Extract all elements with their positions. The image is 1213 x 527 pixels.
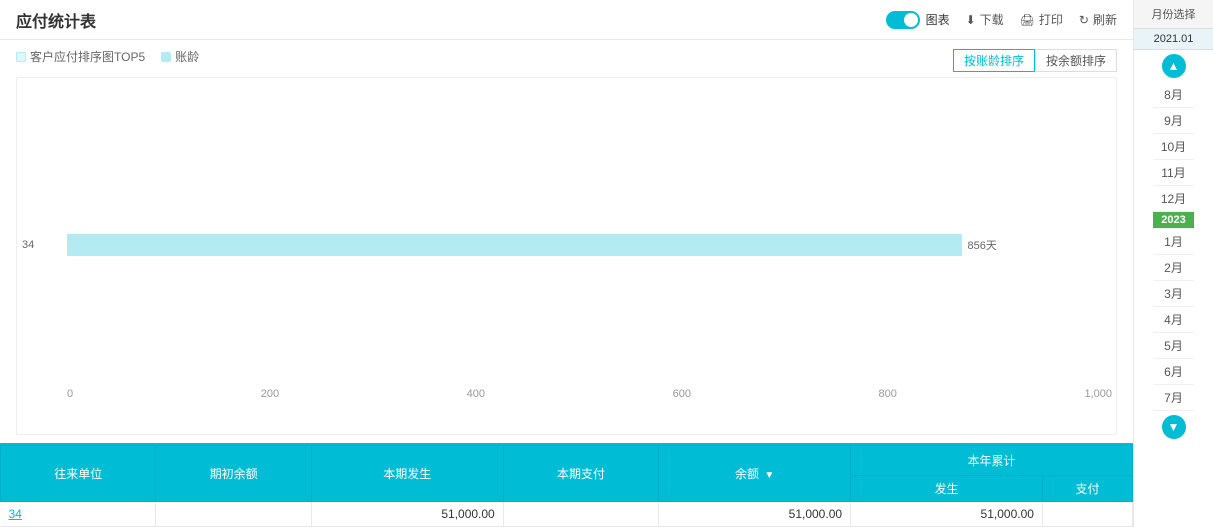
legend-item-0: 客户应付排序图TOP5 — [16, 48, 145, 65]
chart-toggle[interactable] — [886, 11, 920, 29]
cell-opening — [156, 502, 311, 527]
col-header-occurrence: 本期发生 — [311, 446, 503, 502]
legend-label-1: 账龄 — [175, 48, 199, 65]
cell-occurrence: 51,000.00 — [311, 502, 503, 527]
y-label-0: 34 — [22, 239, 38, 251]
month-2[interactable]: 2月 — [1153, 255, 1194, 281]
sort-by-age-button[interactable]: 按账龄排序 — [953, 49, 1035, 72]
table-header-row1: 往来单位 期初余额 本期发生 本期支付 余额 ▼ 本年累计 — [1, 446, 1133, 476]
chart-section: 客户应付排序图TOP5 账龄 按账龄排序 按余额排序 34 — [0, 40, 1133, 443]
chart-inner: 34 856天 0 200 400 600 800 1,000 — [67, 86, 1112, 404]
bar-fill-0 — [67, 234, 962, 256]
month-1[interactable]: 1月 — [1153, 229, 1194, 255]
chart-toggle-wrap: 图表 — [886, 11, 950, 29]
month-6[interactable]: 6月 — [1153, 359, 1194, 385]
refresh-icon: ↻ — [1079, 13, 1089, 27]
toggle-label: 图表 — [926, 11, 950, 28]
cell-balance: 51,000.00 — [659, 502, 851, 527]
col-header-balance: 余额 ▼ — [659, 446, 851, 502]
month-11[interactable]: 11月 — [1153, 160, 1194, 186]
download-icon: ⬇ — [966, 13, 976, 27]
month-10[interactable]: 10月 — [1153, 134, 1194, 160]
x-tick-1: 200 — [261, 388, 279, 404]
bar-row-0: 856天 — [67, 234, 1112, 256]
legend-dot-0 — [16, 52, 26, 62]
table-section: 往来单位 期初余额 本期发生 本期支付 余额 ▼ 本年累计 发生 支付 34 5… — [0, 443, 1133, 527]
legend-dot-1 — [161, 52, 171, 62]
col-header-ytd-occurrence: 发生 — [851, 476, 1043, 502]
col-header-opening: 期初余额 — [156, 446, 311, 502]
month-5[interactable]: 5月 — [1153, 333, 1194, 359]
chart-top-row: 客户应付排序图TOP5 账龄 按账龄排序 按余额排序 — [16, 48, 1117, 73]
sidebar-current-value: 2021.01 — [1134, 29, 1213, 50]
legend-label-0: 客户应付排序图TOP5 — [30, 48, 145, 65]
chart-sort-buttons: 按账龄排序 按余额排序 — [953, 49, 1117, 72]
x-axis: 0 200 400 600 800 1,000 — [67, 384, 1112, 404]
main-content: 应付统计表 图表 ⬇ 下载 🖨 打印 ↻ 刷新 — [0, 0, 1133, 527]
col-header-payment: 本期支付 — [503, 446, 658, 502]
data-table: 往来单位 期初余额 本期发生 本期支付 余额 ▼ 本年累计 发生 支付 34 5… — [0, 445, 1133, 527]
sort-by-balance-button[interactable]: 按余额排序 — [1035, 49, 1117, 72]
x-tick-4: 800 — [879, 388, 897, 404]
year-2023[interactable]: 2023 — [1153, 212, 1194, 229]
print-button[interactable]: 🖨 打印 — [1020, 11, 1063, 28]
cell-ytd-occurrence: 51,000.00 — [851, 502, 1043, 527]
refresh-button[interactable]: ↻ 刷新 — [1079, 11, 1117, 28]
x-tick-5: 1,000 — [1084, 388, 1112, 404]
download-button[interactable]: ⬇ 下载 — [966, 11, 1004, 28]
cell-unit[interactable]: 34 — [1, 502, 156, 527]
cell-ytd-payment — [1042, 502, 1132, 527]
legend-item-1: 账龄 — [161, 48, 199, 65]
sidebar: 月份选择 2021.01 ▲ 8月 9月 10月 11月 12月 2023 1月… — [1133, 0, 1213, 527]
bar-right-label-0: 856天 — [968, 237, 997, 253]
chart-legend: 客户应付排序图TOP5 账龄 — [16, 48, 199, 65]
sidebar-header: 月份选择 — [1134, 0, 1213, 29]
print-icon: 🖨 — [1020, 13, 1035, 27]
sidebar-up-arrow[interactable]: ▲ — [1162, 54, 1186, 78]
month-4[interactable]: 4月 — [1153, 307, 1194, 333]
month-8[interactable]: 8月 — [1153, 82, 1194, 108]
col-header-ytd-payment: 支付 — [1042, 476, 1132, 502]
month-3[interactable]: 3月 — [1153, 281, 1194, 307]
page-title: 应付统计表 — [16, 8, 96, 32]
header: 应付统计表 图表 ⬇ 下载 🖨 打印 ↻ 刷新 — [0, 0, 1133, 40]
bars-area: 856天 — [67, 86, 1112, 404]
balance-sort-icon: ▼ — [764, 470, 774, 481]
x-tick-0: 0 — [67, 388, 73, 404]
table-row: 34 51,000.00 51,000.00 51,000.00 — [1, 502, 1133, 527]
cell-payment — [503, 502, 658, 527]
x-tick-2: 400 — [467, 388, 485, 404]
month-7[interactable]: 7月 — [1153, 385, 1194, 411]
x-tick-3: 600 — [673, 388, 691, 404]
month-9[interactable]: 9月 — [1153, 108, 1194, 134]
header-actions: 图表 ⬇ 下载 🖨 打印 ↻ 刷新 — [886, 11, 1117, 29]
col-header-unit: 往来单位 — [1, 446, 156, 502]
sidebar-months: 8月 9月 10月 11月 12月 2023 1月 2月 3月 4月 5月 6月… — [1153, 82, 1194, 411]
y-axis: 34 — [22, 86, 38, 404]
month-12[interactable]: 12月 — [1153, 186, 1194, 212]
sidebar-nav: ▲ 8月 9月 10月 11月 12月 2023 1月 2月 3月 4月 5月 … — [1134, 50, 1213, 443]
chart-container: 34 856天 0 200 400 600 800 1,000 — [16, 77, 1117, 435]
sidebar-down-arrow[interactable]: ▼ — [1162, 415, 1186, 439]
col-header-ytd: 本年累计 — [851, 446, 1133, 476]
